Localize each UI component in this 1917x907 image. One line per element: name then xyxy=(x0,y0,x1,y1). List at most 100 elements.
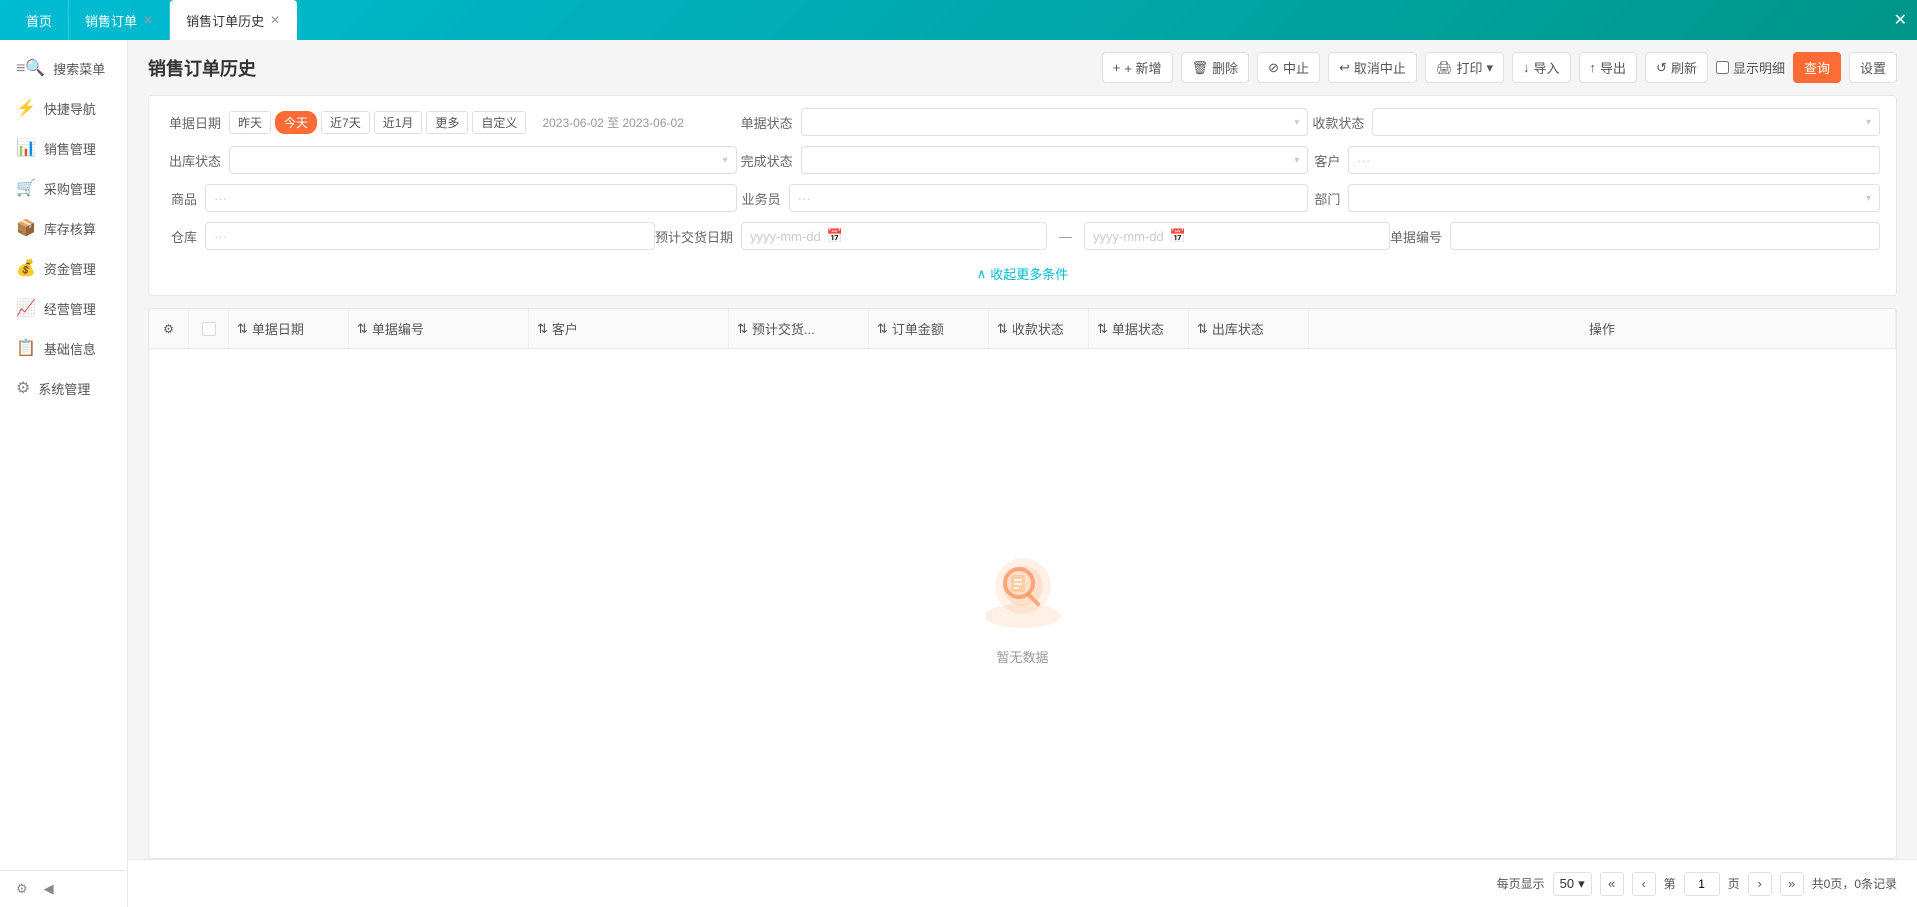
per-page-select[interactable]: 50 ▾ xyxy=(1553,872,1592,896)
tab-sales-order-history[interactable]: 销售订单历史 ✕ xyxy=(170,0,297,40)
stop-icon: ⊘ xyxy=(1268,60,1279,76)
empty-state: 暂无数据 xyxy=(149,349,1896,858)
th-settings[interactable]: ⚙ xyxy=(149,309,189,348)
delete-label: 删除 xyxy=(1212,58,1238,77)
th-checkbox[interactable] xyxy=(189,309,229,348)
import-icon: ↓ xyxy=(1523,60,1530,75)
calendar-end-icon: 📅 xyxy=(1170,228,1186,244)
th-action-label: 操作 xyxy=(1589,319,1615,338)
bill-number-input[interactable] xyxy=(1450,222,1880,250)
first-page-button[interactable]: « xyxy=(1600,872,1624,896)
settings-button[interactable]: 设置 xyxy=(1849,52,1897,83)
sidebar-item-inventory-calc-label: 库存核算 xyxy=(44,219,96,238)
th-bill-status-label: 单据状态 xyxy=(1112,319,1164,338)
last-page-button[interactable]: » xyxy=(1780,872,1804,896)
stop-button[interactable]: ⊘ 中止 xyxy=(1257,52,1320,83)
delivery-date-end-input[interactable]: yyyy-mm-dd 📅 xyxy=(1084,222,1390,250)
date-more-btn[interactable]: 更多 xyxy=(426,111,468,134)
query-button[interactable]: 查询 xyxy=(1793,52,1841,83)
th-stock-status[interactable]: ⇅ 出库状态 xyxy=(1189,309,1309,348)
base-info-icon: 📋 xyxy=(16,338,36,358)
date-yesterday-btn[interactable]: 昨天 xyxy=(229,111,271,134)
sidebar: ≡🔍 搜索菜单 ⚡ 快捷导航 📊 销售管理 🛒 采购管理 📦 库存核算 💰 资金… xyxy=(0,40,128,907)
product-input[interactable]: ··· xyxy=(205,184,737,212)
sidebar-item-search-menu[interactable]: ≡🔍 搜索菜单 xyxy=(0,48,127,88)
bill-number-label: 单据编号 xyxy=(1390,227,1442,246)
page-unit-text: 页 xyxy=(1728,875,1740,892)
window-close-button[interactable]: ✕ xyxy=(1894,10,1907,30)
calendar-start-icon: 📅 xyxy=(827,228,843,244)
display-detail-checkbox[interactable] xyxy=(1716,61,1729,74)
last-page-icon: » xyxy=(1788,876,1795,891)
sidebar-collapse-icon[interactable]: ◀ xyxy=(44,881,54,897)
bill-status-arrow: ▾ xyxy=(1294,117,1299,128)
th-amount-sort: ⇅ xyxy=(877,321,888,337)
sidebar-item-inventory-calc[interactable]: 📦 库存核算 xyxy=(0,208,127,248)
customer-input[interactable]: ··· xyxy=(1348,146,1880,174)
tab-sales-order-close[interactable]: ✕ xyxy=(143,13,153,27)
bill-status-select[interactable]: ▾ xyxy=(801,108,1309,136)
tab-sales-order-history-close[interactable]: ✕ xyxy=(270,13,280,27)
prev-page-icon: ‹ xyxy=(1641,876,1645,891)
sidebar-item-base-info[interactable]: 📋 基础信息 xyxy=(0,328,127,368)
th-bill-number[interactable]: ⇅ 单据编号 xyxy=(349,309,529,348)
sidebar-item-sys-mgmt[interactable]: ⚙ 系统管理 xyxy=(0,368,127,408)
print-button[interactable]: 🖨 打印 ▾ xyxy=(1425,52,1504,83)
refresh-button[interactable]: ↺ 刷新 xyxy=(1645,52,1708,83)
delivery-date-start-input[interactable]: yyyy-mm-dd 📅 xyxy=(741,222,1047,250)
filter-row-4: 仓库 ··· 预计交货日期 yyyy-mm-dd 📅 — yyyy-mm-dd … xyxy=(165,222,1880,250)
page-number-input[interactable] xyxy=(1684,872,1720,896)
export-button[interactable]: ↑ 导出 xyxy=(1579,52,1638,83)
sidebar-item-ops-mgmt[interactable]: 📈 经营管理 xyxy=(0,288,127,328)
th-receipt-status[interactable]: ⇅ 收款状态 xyxy=(989,309,1089,348)
complete-status-select[interactable]: ▾ xyxy=(801,146,1309,174)
pagination-bar: 每页显示 50 ▾ « ‹ 第 页 › » 共0页，0条记录 xyxy=(128,859,1917,907)
next-page-button[interactable]: › xyxy=(1748,872,1772,896)
receipt-status-select[interactable]: ▾ xyxy=(1372,108,1880,136)
inventory-calc-icon: 📦 xyxy=(16,218,36,238)
sidebar-item-sys-mgmt-label: 系统管理 xyxy=(38,379,90,398)
sidebar-item-finance-mgmt[interactable]: 💰 资金管理 xyxy=(0,248,127,288)
sales-mgmt-icon: 📊 xyxy=(16,138,36,158)
prev-page-button[interactable]: ‹ xyxy=(1632,872,1656,896)
sidebar-settings-icon[interactable]: ⚙ xyxy=(16,881,28,897)
cancel-stop-button[interactable]: ↩ 取消中止 xyxy=(1328,52,1417,83)
date-7days-btn[interactable]: 近7天 xyxy=(321,111,370,134)
sidebar-item-purchase-mgmt[interactable]: 🛒 采购管理 xyxy=(0,168,127,208)
salesperson-placeholder: ··· xyxy=(798,191,811,206)
page-title: 销售订单历史 xyxy=(148,55,256,81)
stock-out-status-select[interactable]: ▾ xyxy=(229,146,737,174)
salesperson-input[interactable]: ··· xyxy=(789,184,1309,212)
th-order-amount[interactable]: ⇅ 订单金额 xyxy=(869,309,989,348)
content-area: 销售订单历史 + + 新增 🗑 删除 ⊘ 中止 ↩ 取消中止 xyxy=(128,40,1917,907)
date-today-btn[interactable]: 今天 xyxy=(275,111,317,134)
th-bill-date[interactable]: ⇅ 单据日期 xyxy=(229,309,349,348)
th-customer[interactable]: ⇅ 客户 xyxy=(529,309,729,348)
th-delivery[interactable]: ⇅ 预计交货... xyxy=(729,309,869,348)
dept-select[interactable]: ▾ xyxy=(1348,184,1880,212)
complete-status-arrow: ▾ xyxy=(1294,155,1299,166)
quick-nav-icon: ⚡ xyxy=(16,98,36,118)
warehouse-placeholder: ··· xyxy=(214,229,227,244)
header-checkbox[interactable] xyxy=(202,322,216,336)
sidebar-item-sales-mgmt[interactable]: 📊 销售管理 xyxy=(0,128,127,168)
import-label: 导入 xyxy=(1534,58,1560,77)
display-detail-checkbox-label[interactable]: 显示明细 xyxy=(1716,58,1785,77)
th-action: 操作 xyxy=(1309,309,1896,348)
collapse-filter-btn[interactable]: ∧ 收起更多条件 xyxy=(165,260,1880,283)
sidebar-item-quick-nav[interactable]: ⚡ 快捷导航 xyxy=(0,88,127,128)
page-label-text: 第 xyxy=(1664,875,1676,892)
filter-row-1: 单据日期 昨天 今天 近7天 近1月 更多 自定义 2023-06-02 至 2… xyxy=(165,108,1880,136)
tab-home[interactable]: 首页 xyxy=(10,0,69,40)
date-1month-btn[interactable]: 近1月 xyxy=(374,111,423,134)
empty-svg xyxy=(973,541,1073,631)
tab-sales-order[interactable]: 销售订单 ✕ xyxy=(69,0,170,40)
delete-button[interactable]: 🗑 删除 xyxy=(1181,52,1250,83)
new-button[interactable]: + + 新增 xyxy=(1102,52,1173,83)
date-custom-btn[interactable]: 自定义 xyxy=(472,111,526,134)
import-button[interactable]: ↓ 导入 xyxy=(1512,52,1571,83)
warehouse-input[interactable]: ··· xyxy=(205,222,655,250)
date-quick-buttons: 昨天 今天 近7天 近1月 更多 自定义 xyxy=(229,111,526,134)
salesperson-label: 业务员 xyxy=(737,189,781,208)
th-bill-status[interactable]: ⇅ 单据状态 xyxy=(1089,309,1189,348)
